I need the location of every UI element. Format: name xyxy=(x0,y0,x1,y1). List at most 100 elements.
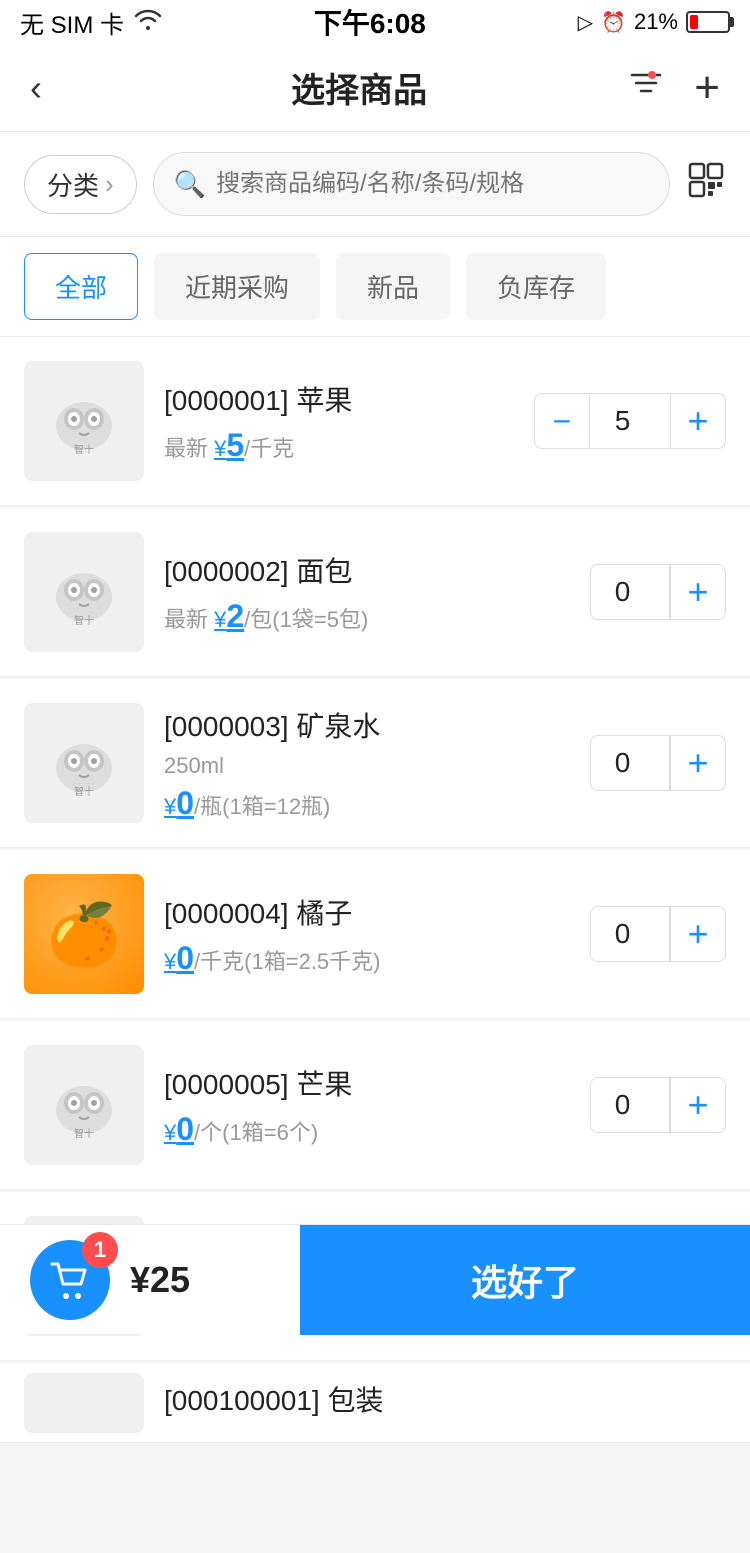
product-name: [0000003] 矿泉水 xyxy=(164,705,570,745)
price-currency: ¥ xyxy=(214,436,226,461)
status-left: 无 SIM 卡 xyxy=(20,5,162,40)
price-unit: /瓶 xyxy=(194,794,222,819)
filter-icon[interactable] xyxy=(628,65,664,111)
quantity-input[interactable] xyxy=(590,906,670,962)
cart-badge: 1 xyxy=(82,1232,118,1268)
confirm-button[interactable]: 选好了 xyxy=(300,1225,750,1335)
product-image-0000005: 智十 xyxy=(24,1045,144,1165)
category-label: 分类 xyxy=(47,166,99,203)
product-item-partial: [000100001] 包装 xyxy=(0,1363,750,1443)
cart-area: 1 ¥25 xyxy=(0,1240,300,1320)
decrement-button[interactable]: − xyxy=(534,393,590,449)
quantity-input[interactable] xyxy=(590,564,670,620)
owl-logo: 智十 xyxy=(44,381,124,461)
location-icon: ▷ xyxy=(578,10,593,35)
product-price: ¥0/个(1箱=6个) xyxy=(164,1111,570,1148)
price-currency: ¥ xyxy=(164,794,176,819)
quantity-input[interactable] xyxy=(590,735,670,791)
quantity-input[interactable] xyxy=(590,1077,670,1133)
product-name: [0000002] 面包 xyxy=(164,550,570,590)
increment-button[interactable]: + xyxy=(670,906,726,962)
tab-recent[interactable]: 近期采购 xyxy=(154,253,320,320)
svg-text:智十: 智十 xyxy=(74,443,94,456)
carrier-text: 无 SIM 卡 xyxy=(20,5,124,40)
price-value: 5 xyxy=(226,427,244,463)
product-info-0000001: [0000001] 苹果 最新 ¥5/千克 xyxy=(144,379,534,464)
price-value: 0 xyxy=(176,1111,194,1147)
price-note: (1袋=5包) xyxy=(272,607,368,632)
bottom-bar: 1 ¥25 选好了 xyxy=(0,1224,750,1334)
product-item: 智十 [0000002] 面包 最新 ¥2/包(1袋=5包) + xyxy=(0,508,750,677)
increment-button[interactable]: + xyxy=(670,564,726,620)
price-unit: /千克 xyxy=(194,949,244,974)
product-info-0000004: [0000004] 橘子 ¥0/千克(1箱=2.5千克) xyxy=(144,892,590,977)
product-price: ¥0/千克(1箱=2.5千克) xyxy=(164,940,570,977)
owl-logo: 智十 xyxy=(44,1065,124,1145)
status-right: ▷ ⏰ 21% xyxy=(578,9,730,35)
price-note: (1箱=12瓶) xyxy=(222,794,330,819)
search-box[interactable]: 🔍 xyxy=(153,152,670,216)
tab-new[interactable]: 新品 xyxy=(336,253,450,320)
back-button[interactable]: ‹ xyxy=(30,67,90,109)
status-time: 下午6:08 xyxy=(314,2,426,42)
increment-button[interactable]: + xyxy=(670,393,726,449)
increment-button[interactable]: + xyxy=(670,735,726,791)
product-price: 最新 ¥2/包(1袋=5包) xyxy=(164,598,570,635)
wifi-icon xyxy=(134,8,162,37)
svg-text:智十: 智十 xyxy=(74,785,94,798)
quantity-input[interactable] xyxy=(590,393,670,449)
search-input[interactable] xyxy=(216,170,649,198)
owl-logo: 智十 xyxy=(44,723,124,803)
increment-button[interactable]: + xyxy=(670,1077,726,1133)
battery-percent: 21% xyxy=(634,9,678,35)
svg-text:智十: 智十 xyxy=(74,1127,94,1140)
scan-icon[interactable] xyxy=(686,160,726,209)
product-item: 智十 [0000005] 芒果 ¥0/个(1箱=6个) + xyxy=(0,1021,750,1190)
category-button[interactable]: 分类 › xyxy=(24,155,137,214)
quantity-stepper: + xyxy=(590,735,726,791)
product-price: ¥0/瓶(1箱=12瓶) xyxy=(164,785,570,822)
price-note: (1箱=6个) xyxy=(222,1120,318,1145)
quantity-stepper: + xyxy=(590,564,726,620)
quantity-stepper: + xyxy=(590,1077,726,1133)
product-image-0000002: 智十 xyxy=(24,532,144,652)
product-name: [000100001] 包装 xyxy=(164,1379,706,1419)
product-item: 智十 [0000003] 矿泉水 250ml ¥0/瓶(1箱=12瓶) + xyxy=(0,679,750,848)
product-name: [0000004] 橘子 xyxy=(164,892,570,932)
product-price: 最新 ¥5/千克 xyxy=(164,427,514,464)
product-image-0000003: 智十 xyxy=(24,703,144,823)
chevron-right-icon: › xyxy=(105,169,114,200)
product-image-0000001: 智十 xyxy=(24,361,144,481)
product-image-0000004 xyxy=(24,874,144,994)
product-info-0000005: [0000005] 芒果 ¥0/个(1箱=6个) xyxy=(144,1063,590,1148)
quantity-stepper: − + xyxy=(534,393,726,449)
price-unit: /千克 xyxy=(244,436,294,461)
price-unit: /个 xyxy=(194,1120,222,1145)
product-name: [0000005] 芒果 xyxy=(164,1063,570,1103)
price-unit: /包 xyxy=(244,607,272,632)
tab-bar: 全部 近期采购 新品 负库存 xyxy=(0,237,750,337)
product-image-partial xyxy=(24,1373,144,1433)
status-bar: 无 SIM 卡 下午6:08 ▷ ⏰ 21% xyxy=(0,0,750,44)
product-info-0000002: [0000002] 面包 最新 ¥2/包(1袋=5包) xyxy=(144,550,590,635)
cart-total: ¥25 xyxy=(130,1259,190,1301)
price-prefix: 最新 xyxy=(164,436,214,461)
price-currency: ¥ xyxy=(164,1120,176,1145)
add-icon[interactable]: + xyxy=(694,63,720,113)
price-value: 0 xyxy=(176,785,194,821)
cart-icon[interactable]: 1 xyxy=(30,1240,110,1320)
price-value: 2 xyxy=(226,598,244,634)
nav-bar: ‹ 选择商品 + xyxy=(0,44,750,132)
tab-negative[interactable]: 负库存 xyxy=(466,253,606,320)
product-info-0000003: [0000003] 矿泉水 250ml ¥0/瓶(1箱=12瓶) xyxy=(144,705,590,822)
svg-text:智十: 智十 xyxy=(74,614,94,627)
product-spec: 250ml xyxy=(164,753,570,779)
search-icon: 🔍 xyxy=(174,169,206,200)
owl-logo: 智十 xyxy=(44,552,124,632)
tab-all[interactable]: 全部 xyxy=(24,253,138,320)
battery-icon xyxy=(686,11,730,33)
product-item: 智十 [0000001] 苹果 最新 ¥5/千克 − + xyxy=(0,337,750,506)
price-currency: ¥ xyxy=(164,949,176,974)
product-name: [0000001] 苹果 xyxy=(164,379,514,419)
price-prefix: 最新 xyxy=(164,607,214,632)
